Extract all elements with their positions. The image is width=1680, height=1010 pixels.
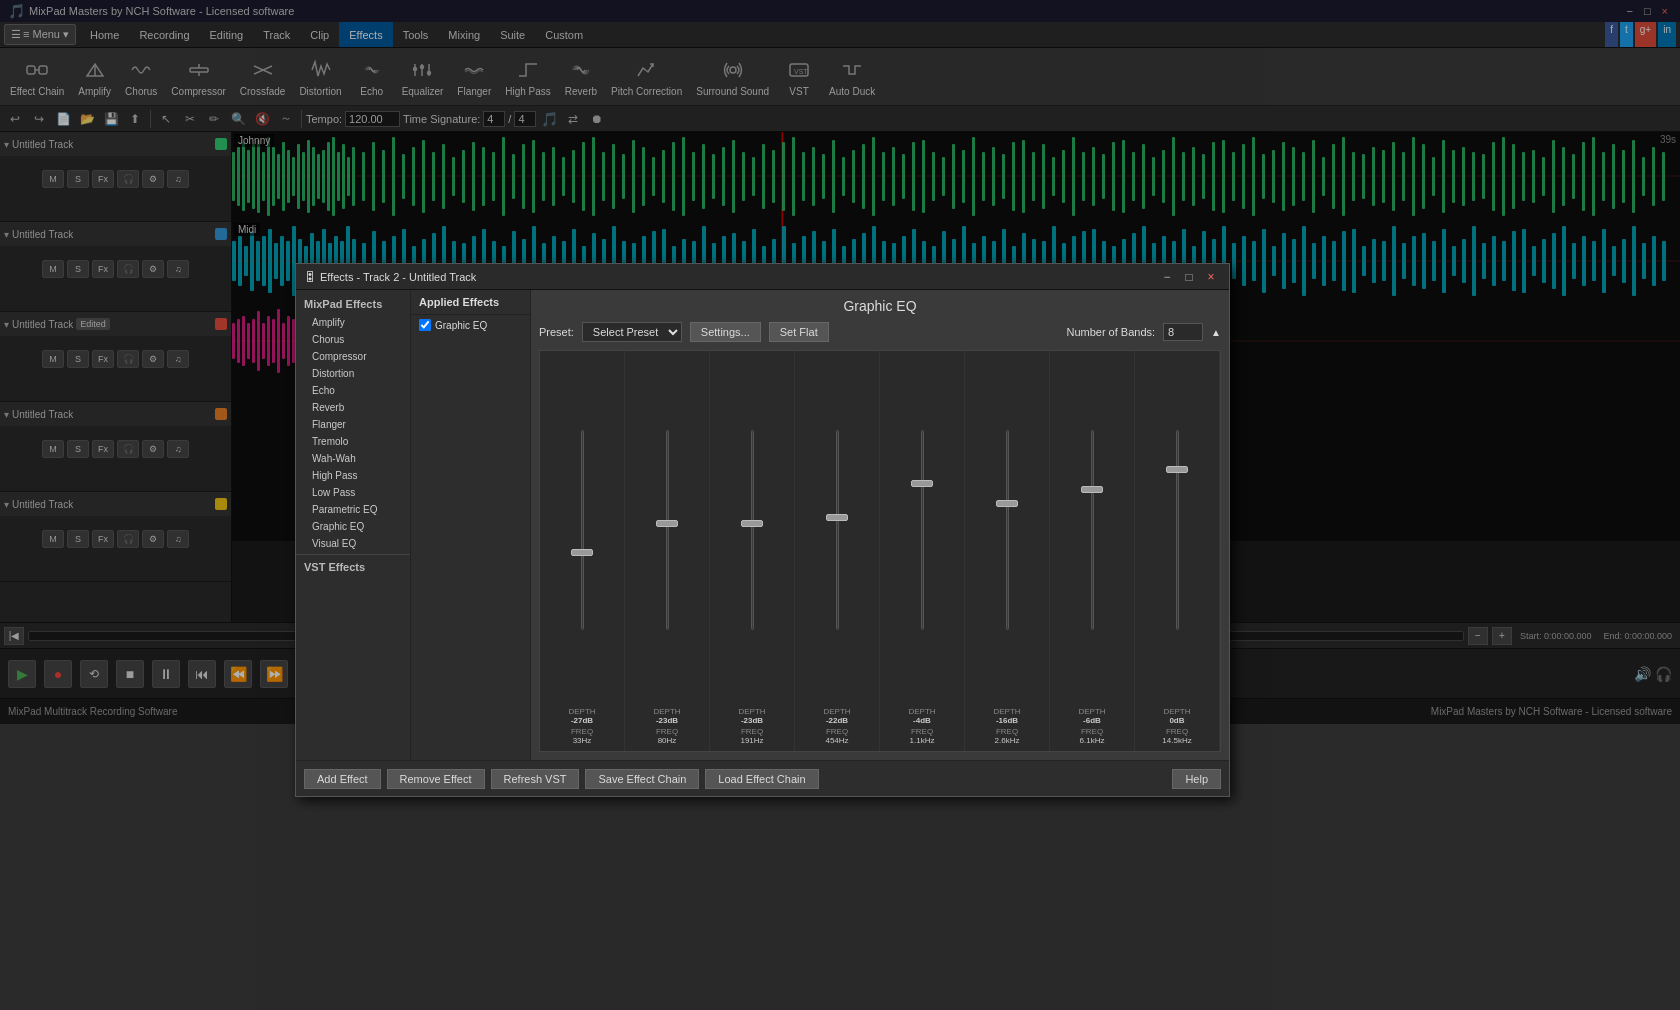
sidebar-item-parametric-eq[interactable]: Parametric EQ — [296, 501, 410, 518]
sidebar-item-graphic-eq[interactable]: Graphic EQ — [296, 518, 410, 535]
eq-band-7: DEPTH-6dBFREQ6.1kHz — [1050, 351, 1135, 751]
effects-dialog: 🎛 Effects - Track 2 - Untitled Track − □… — [295, 263, 1230, 797]
graphic-eq-checkbox[interactable] — [419, 319, 431, 331]
sidebar-item-chorus[interactable]: Chorus — [296, 331, 410, 348]
mixpad-effects-header[interactable]: MixPad Effects — [296, 294, 410, 314]
mixpad-effects-group: MixPad Effects Amplify Chorus Compressor… — [296, 294, 410, 577]
eq-band-7-labels: DEPTH-6dBFREQ6.1kHz — [1078, 704, 1105, 747]
sidebar-item-distortion[interactable]: Distortion — [296, 365, 410, 382]
effects-sidebar: MixPad Effects Amplify Chorus Compressor… — [296, 290, 411, 760]
eq-band-1-slider-container — [540, 355, 624, 704]
dialog-title-text: Effects - Track 2 - Untitled Track — [320, 271, 476, 283]
eq-title: Graphic EQ — [539, 298, 1221, 314]
eq-controls-row: Preset: Select Preset Settings... Set Fl… — [539, 322, 1221, 342]
load-effect-chain-button[interactable]: Load Effect Chain — [705, 769, 818, 789]
dialog-title-area: 🎛 Effects - Track 2 - Untitled Track — [304, 270, 476, 284]
bands-spinner-up[interactable]: ▲ — [1211, 327, 1221, 338]
eq-band-3-thumb[interactable] — [741, 520, 763, 527]
dialog-maximize-button[interactable]: □ — [1179, 267, 1199, 287]
sidebar-item-echo[interactable]: Echo — [296, 382, 410, 399]
eq-band-1: DEPTH-27dBFREQ33Hz — [540, 351, 625, 751]
applied-effects-header: Applied Effects — [411, 290, 530, 315]
eq-band-3-labels: DEPTH-23dBFREQ191Hz — [738, 704, 765, 747]
sidebar-item-amplify[interactable]: Amplify — [296, 314, 410, 331]
sidebar-item-tremolo[interactable]: Tremolo — [296, 433, 410, 450]
vst-effects-header[interactable]: VST Effects — [296, 557, 410, 577]
graphic-eq-label: Graphic EQ — [435, 320, 487, 331]
eq-band-3-slider-container — [710, 355, 794, 704]
eq-band-4-labels: DEPTH-22dBFREQ454Hz — [823, 704, 850, 747]
dialog-window-buttons: − □ × — [1157, 267, 1221, 287]
set-flat-button[interactable]: Set Flat — [769, 322, 829, 342]
sidebar-divider — [296, 554, 410, 555]
eq-grid: DEPTH-27dBFREQ33Hz DEPTH-23dBFREQ80Hz DEPT… — [539, 350, 1221, 752]
eq-band-1-labels: DEPTH-27dBFREQ33Hz — [568, 704, 595, 747]
eq-band-5-thumb[interactable] — [911, 480, 933, 487]
applied-effect-graphic-eq: Graphic EQ — [411, 315, 530, 335]
eq-band-3: DEPTH-23dBFREQ191Hz — [710, 351, 795, 751]
sidebar-item-compressor[interactable]: Compressor — [296, 348, 410, 365]
bands-input[interactable] — [1163, 323, 1203, 341]
eq-band-8: DEPTH0dBFREQ14.5kHz — [1135, 351, 1220, 751]
modal-overlay: 🎛 Effects - Track 2 - Untitled Track − □… — [0, 0, 1680, 1010]
sidebar-item-low-pass[interactable]: Low Pass — [296, 484, 410, 501]
dialog-footer: Add Effect Remove Effect Refresh VST Sav… — [296, 760, 1229, 796]
eq-band-2-slider-container — [625, 355, 709, 704]
eq-band-5: DEPTH-4dBFREQ1.1kHz — [880, 351, 965, 751]
applied-effects-panel: Applied Effects Graphic EQ — [411, 290, 531, 760]
eq-band-2-track — [666, 430, 669, 630]
eq-panel: Graphic EQ Preset: Select Preset Setting… — [531, 290, 1229, 760]
eq-band-7-track — [1091, 430, 1094, 630]
eq-band-6-thumb[interactable] — [996, 500, 1018, 507]
eq-band-5-slider-container — [880, 355, 964, 704]
eq-band-1-track — [581, 430, 584, 630]
eq-band-6-track — [1006, 430, 1009, 630]
bands-label: Number of Bands: — [1066, 326, 1155, 338]
add-effect-button[interactable]: Add Effect — [304, 769, 381, 789]
sidebar-item-high-pass[interactable]: High Pass — [296, 467, 410, 484]
refresh-vst-button[interactable]: Refresh VST — [491, 769, 580, 789]
settings-button[interactable]: Settings... — [690, 322, 761, 342]
save-effect-chain-button[interactable]: Save Effect Chain — [585, 769, 699, 789]
sidebar-item-reverb[interactable]: Reverb — [296, 399, 410, 416]
dialog-minimize-button[interactable]: − — [1157, 267, 1177, 287]
eq-band-7-slider-container — [1050, 355, 1134, 704]
preset-select[interactable]: Select Preset — [582, 322, 682, 342]
eq-band-1-thumb[interactable] — [571, 549, 593, 556]
eq-band-2-labels: DEPTH-23dBFREQ80Hz — [653, 704, 680, 747]
eq-band-5-track — [921, 430, 924, 630]
eq-band-4: DEPTH-22dBFREQ454Hz — [795, 351, 880, 751]
sidebar-item-visual-eq[interactable]: Visual EQ — [296, 535, 410, 552]
dialog-close-button[interactable]: × — [1201, 267, 1221, 287]
eq-band-6-slider-container — [965, 355, 1049, 704]
eq-band-7-thumb[interactable] — [1081, 486, 1103, 493]
eq-band-2-thumb[interactable] — [656, 520, 678, 527]
eq-band-4-slider-container — [795, 355, 879, 704]
eq-band-2: DEPTH-23dBFREQ80Hz — [625, 351, 710, 751]
eq-band-6: DEPTH-16dBFREQ2.6kHz — [965, 351, 1050, 751]
dialog-titlebar: 🎛 Effects - Track 2 - Untitled Track − □… — [296, 264, 1229, 290]
eq-band-8-labels: DEPTH0dBFREQ14.5kHz — [1162, 704, 1191, 747]
eq-band-3-track — [751, 430, 754, 630]
eq-band-4-thumb[interactable] — [826, 514, 848, 521]
sidebar-item-flanger[interactable]: Flanger — [296, 416, 410, 433]
sidebar-item-wah-wah[interactable]: Wah-Wah — [296, 450, 410, 467]
eq-band-8-track — [1176, 430, 1179, 630]
dialog-fx-icon: 🎛 — [304, 270, 316, 284]
dialog-body: MixPad Effects Amplify Chorus Compressor… — [296, 290, 1229, 760]
eq-band-8-slider-container — [1135, 355, 1219, 704]
eq-band-5-labels: DEPTH-4dBFREQ1.1kHz — [908, 704, 935, 747]
help-button[interactable]: Help — [1172, 769, 1221, 789]
remove-effect-button[interactable]: Remove Effect — [387, 769, 485, 789]
eq-band-4-track — [836, 430, 839, 630]
preset-label: Preset: — [539, 326, 574, 338]
eq-band-8-thumb[interactable] — [1166, 466, 1188, 473]
eq-band-6-labels: DEPTH-16dBFREQ2.6kHz — [993, 704, 1020, 747]
